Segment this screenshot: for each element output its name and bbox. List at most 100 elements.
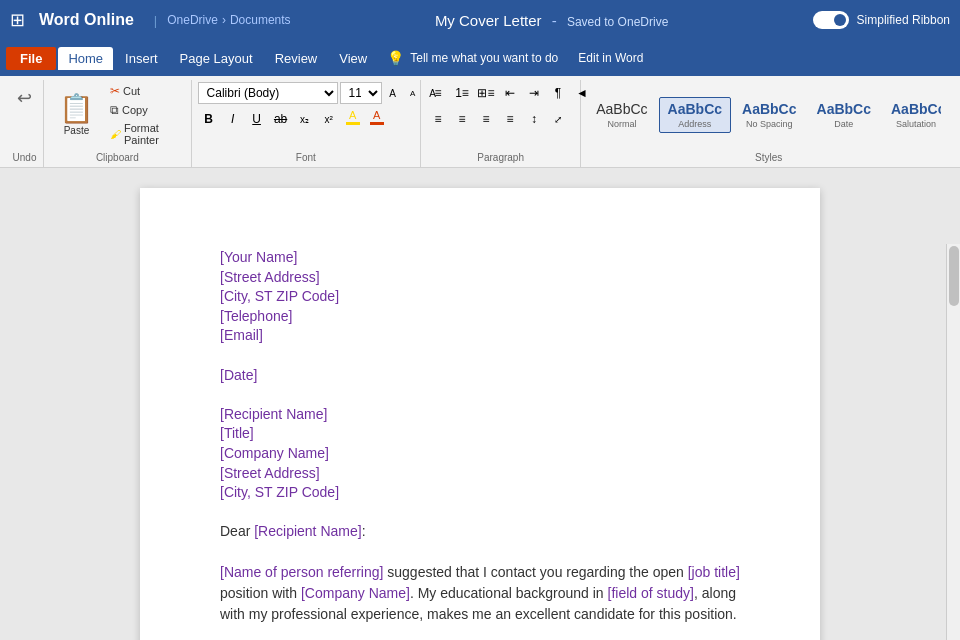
cut-button[interactable]: ✂ Cut	[105, 82, 185, 100]
align-center-button[interactable]: ≡	[451, 108, 473, 130]
body-text-3: . My educational background in	[410, 585, 608, 601]
scroll-thumb[interactable]	[949, 246, 959, 306]
copy-button[interactable]: ⧉ Copy	[105, 101, 185, 119]
font-label: Font	[198, 148, 414, 163]
show-marks-button[interactable]: ¶	[547, 82, 569, 104]
menu-bar: File Home Insert Page Layout Review View…	[0, 40, 960, 76]
body-text-1: suggested that I contact you regarding t…	[383, 564, 687, 580]
clipboard-right: ✂ Cut ⧉ Copy 🖌 Format Painter	[105, 82, 185, 148]
style-normal[interactable]: AaBbCc Normal	[587, 97, 656, 133]
align-left-button[interactable]: ≡	[427, 108, 449, 130]
font-grow-button[interactable]: A	[384, 84, 402, 102]
field-referrer: [Name of person referring]	[220, 564, 383, 580]
menu-review[interactable]: Review	[265, 47, 328, 70]
format-painter-label: Format Painter	[124, 122, 180, 146]
line-spacing-button[interactable]: ↕	[523, 108, 545, 130]
font-row-2: B I U ab x₂ x² A A	[198, 108, 388, 130]
style-address[interactable]: AaBbCc Address	[659, 97, 731, 133]
undo-icon: ↩	[17, 87, 32, 109]
strikethrough-button[interactable]: ab	[270, 108, 292, 130]
salutation-text: Dear	[220, 523, 254, 539]
address-block: [Your Name] [Street Address] [City, ST Z…	[220, 248, 740, 346]
style-no-spacing[interactable]: AaBbCc No Spacing	[733, 97, 805, 133]
document-page: [Your Name] [Street Address] [City, ST Z…	[140, 188, 820, 640]
para-row-1: ≡ 1≡ ⊞≡ ⇤ ⇥ ¶ ◄	[427, 82, 593, 104]
field-street-address: [Street Address]	[220, 268, 740, 288]
field-study: [field of study]	[608, 585, 694, 601]
underline-button[interactable]: U	[246, 108, 268, 130]
font-color-button[interactable]: A	[366, 108, 388, 130]
styles-container: AaBbCc Normal AaBbCc Address AaBbCc No S…	[587, 82, 950, 148]
font-row-1: Calibri (Body) 11 A A A	[198, 82, 442, 104]
doc-title-area: My Cover Letter - Saved to OneDrive	[301, 12, 803, 29]
format-painter-icon: 🖌	[110, 128, 121, 140]
field-title: [Title]	[220, 424, 740, 444]
salutation-name: [Recipient Name]	[254, 523, 361, 539]
copy-label: Copy	[122, 104, 148, 116]
style-date[interactable]: AaBbCc Date	[808, 97, 880, 133]
simplified-ribbon-label: Simplified Ribbon	[857, 13, 950, 27]
doc-content[interactable]: [Your Name] [Street Address] [City, ST Z…	[220, 248, 740, 625]
paste-icon: 📋	[59, 95, 94, 123]
decrease-indent-button[interactable]: ⇤	[499, 82, 521, 104]
doc-area[interactable]: [Your Name] [Street Address] [City, ST Z…	[0, 168, 960, 640]
paragraph-group: ≡ 1≡ ⊞≡ ⇤ ⇥ ¶ ◄ ≡ ≡ ≡ ≡ ↕ ⤢ Paragraph	[421, 80, 581, 167]
field-job-title: [job title]	[688, 564, 740, 580]
justify-button[interactable]: ≡	[499, 108, 521, 130]
font-size-select[interactable]: 11	[340, 82, 382, 104]
breadcrumb-root[interactable]: OneDrive	[167, 13, 218, 27]
format-painter-button[interactable]: 🖌 Format Painter	[105, 120, 185, 148]
paste-label: Paste	[64, 125, 90, 136]
salutation-line: Dear [Recipient Name]:	[220, 522, 740, 542]
menu-page-layout[interactable]: Page Layout	[170, 47, 263, 70]
menu-view[interactable]: View	[329, 47, 377, 70]
increase-indent-button[interactable]: ⇥	[523, 82, 545, 104]
subscript-button[interactable]: x₂	[294, 108, 316, 130]
align-right-button[interactable]: ≡	[475, 108, 497, 130]
tell-me-label: Tell me what you want to do	[410, 51, 558, 65]
edit-in-word[interactable]: Edit in Word	[570, 47, 651, 69]
breadcrumb-child[interactable]: Documents	[230, 13, 291, 27]
bullet-list-button[interactable]: ≡	[427, 82, 449, 104]
ribbon: ↩ Undo 📋 Paste ✂ Cut ⧉ Copy 🖌	[0, 76, 960, 168]
grid-icon[interactable]: ⊞	[10, 9, 25, 31]
toggle-switch[interactable]	[813, 11, 849, 29]
font-shrink-button[interactable]: A	[404, 84, 422, 102]
paragraph-expand-button[interactable]: ⤢	[547, 108, 569, 130]
salutation-colon: :	[362, 523, 366, 539]
styles-group: AaBbCc Normal AaBbCc Address AaBbCc No S…	[581, 80, 956, 167]
menu-home[interactable]: Home	[58, 47, 113, 70]
menu-file[interactable]: File	[6, 47, 56, 70]
field-date: [Date]	[220, 366, 740, 386]
scrollbar[interactable]	[946, 244, 960, 640]
superscript-button[interactable]: x²	[318, 108, 340, 130]
font-family-select[interactable]: Calibri (Body)	[198, 82, 338, 104]
field-city-zip: [City, ST ZIP Code]	[220, 287, 740, 307]
para-row-2: ≡ ≡ ≡ ≡ ↕ ⤢	[427, 108, 569, 130]
body-text-5: makes me an excellent candidate for this…	[427, 606, 737, 622]
main-layout: [Your Name] [Street Address] [City, ST Z…	[0, 168, 960, 640]
breadcrumb: OneDrive › Documents	[167, 13, 290, 27]
tell-me-area[interactable]: 💡 Tell me what you want to do	[387, 50, 558, 66]
multilevel-list-button[interactable]: ⊞≡	[475, 82, 497, 104]
bold-button[interactable]: B	[198, 108, 220, 130]
clipboard-group: 📋 Paste ✂ Cut ⧉ Copy 🖌 Format Painter Cl…	[44, 80, 192, 167]
numbered-list-button[interactable]: 1≡	[451, 82, 473, 104]
font-group: Calibri (Body) 11 A A A B I U ab x₂ x² A	[192, 80, 421, 167]
title-bar: ⊞ Word Online | OneDrive › Documents My …	[0, 0, 960, 40]
clipboard-label: Clipboard	[50, 148, 185, 163]
paste-button[interactable]: 📋 Paste	[50, 92, 103, 139]
title-dash: -	[552, 12, 557, 29]
highlight-button[interactable]: A	[342, 108, 364, 130]
simplified-ribbon-toggle[interactable]: Simplified Ribbon	[813, 11, 950, 29]
menu-insert[interactable]: Insert	[115, 47, 168, 70]
style-salutation[interactable]: AaBbCc Salutation	[882, 97, 950, 133]
field-email: [Email]	[220, 326, 740, 346]
undo-button[interactable]: ↩	[10, 82, 39, 114]
field-recipient-name: [Recipient Name]	[220, 405, 740, 425]
italic-button[interactable]: I	[222, 108, 244, 130]
field-telephone: [Telephone]	[220, 307, 740, 327]
styles-label: Styles	[587, 148, 950, 163]
breadcrumb-separator: ›	[222, 13, 226, 27]
recipient-block: [Recipient Name] [Title] [Company Name] …	[220, 405, 740, 503]
